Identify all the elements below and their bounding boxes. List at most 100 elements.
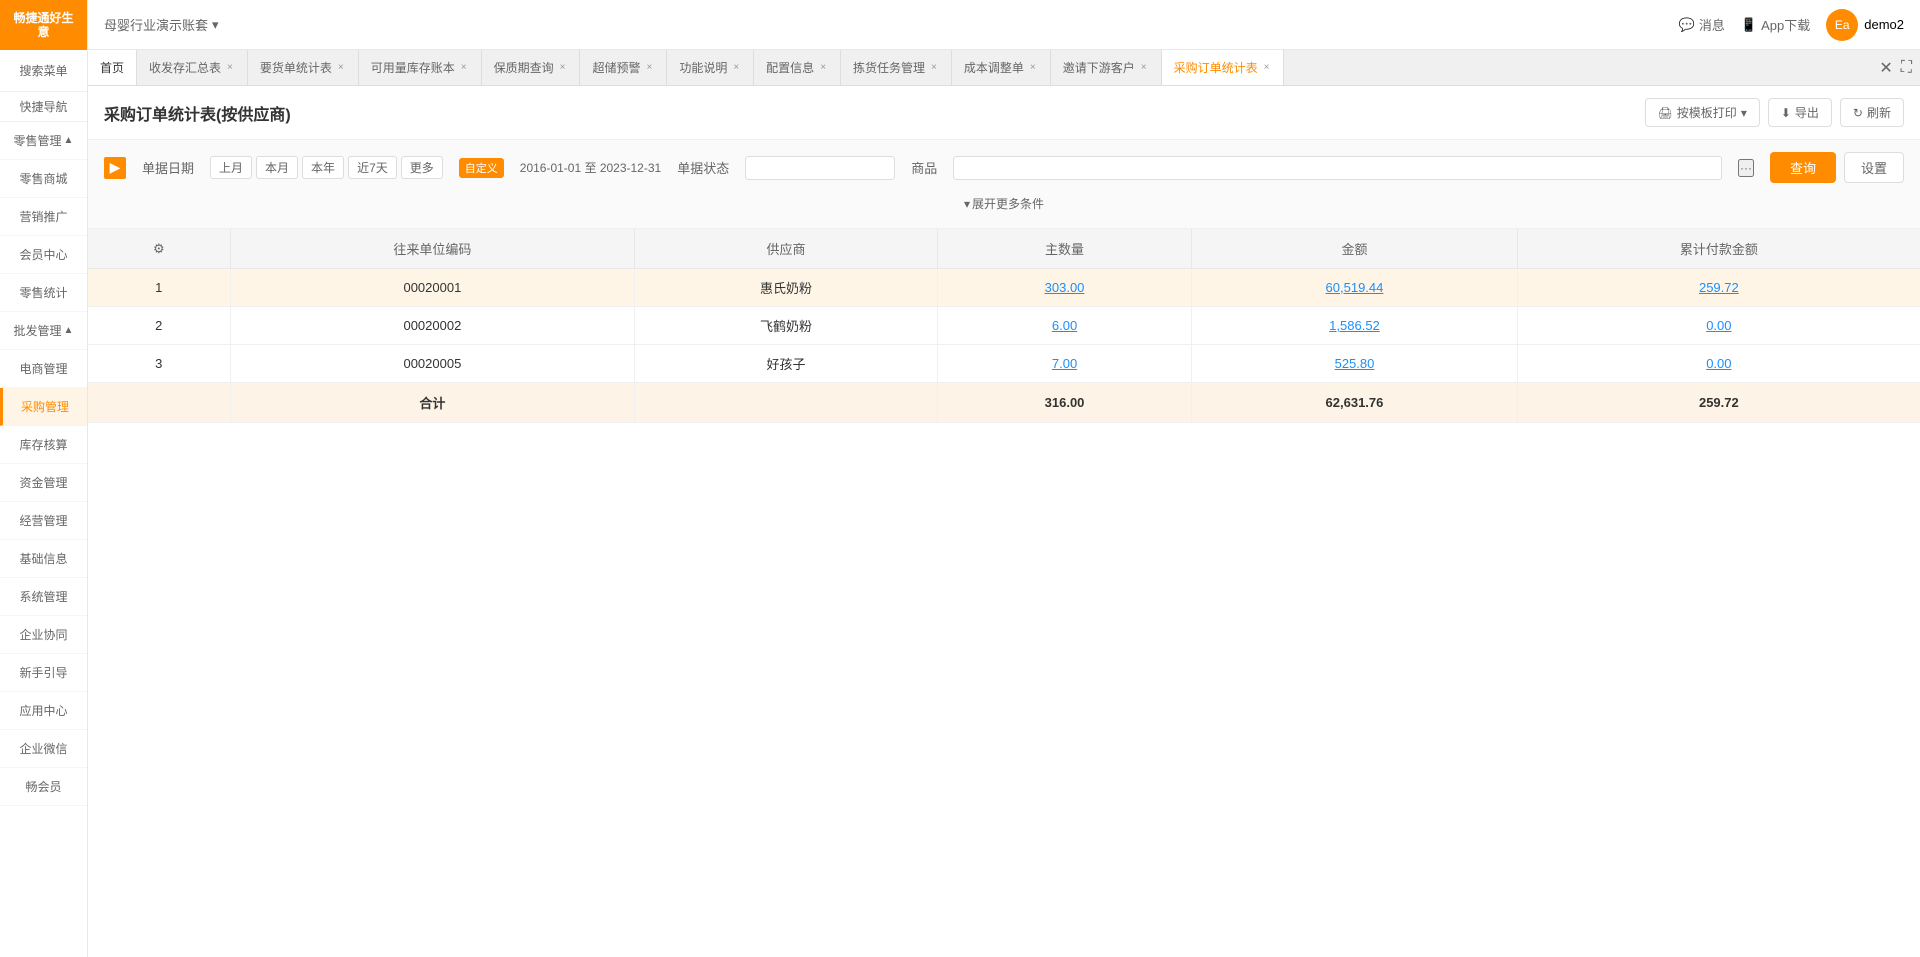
tab-close-icon[interactable]: ×	[1139, 60, 1149, 75]
tab-actions: ✕ ⛶	[1871, 58, 1920, 78]
tab-close-icon[interactable]: ×	[225, 60, 235, 75]
filter-toggle-button[interactable]: ▶	[104, 157, 126, 179]
row-code: 00020002	[230, 307, 635, 345]
sidebar-item-0[interactable]: 零售管理▲	[0, 122, 87, 160]
print-icon: 🖨	[1658, 106, 1673, 120]
sidebar-item-16[interactable]: 企业微信	[0, 730, 87, 768]
page-header: 采购订单统计表(按供应商) 🖨 按模板打印 ▾ ⬇ 导出 ↻ 刷新	[88, 86, 1920, 140]
tab-label: 收发存汇总表	[149, 59, 221, 76]
search-menu-button[interactable]: 搜索菜单	[6, 58, 81, 83]
row-supplier: 飞鹤奶粉	[635, 307, 938, 345]
status-select[interactable]	[745, 156, 895, 180]
sidebar-item-2[interactable]: 营销推广	[0, 198, 87, 236]
sidebar-item-13[interactable]: 企业协同	[0, 616, 87, 654]
sidebar-item-4[interactable]: 零售统计	[0, 274, 87, 312]
topbar-right: 💬 消息 📱 App下载 Ea demo2	[1679, 9, 1904, 41]
table-row[interactable]: 1 00020001 惠氏奶粉 303.00 60,519.44 259.72	[88, 269, 1920, 307]
tab-close-icon[interactable]: ×	[929, 60, 939, 75]
table-row[interactable]: 2 00020002 飞鹤奶粉 6.00 1,586.52 0.00	[88, 307, 1920, 345]
sidebar-item-14[interactable]: 新手引导	[0, 654, 87, 692]
th-settings[interactable]: ⚙	[88, 229, 230, 269]
app-download-button[interactable]: 📱 App下载	[1741, 15, 1810, 34]
tab-1[interactable]: 收发存汇总表 ×	[137, 50, 248, 86]
tab-6[interactable]: 功能说明 ×	[667, 50, 754, 86]
more-options-button[interactable]: ···	[1738, 159, 1754, 177]
tab-9[interactable]: 成本调整单×	[952, 50, 1051, 86]
tab-label: 拣货任务管理	[853, 59, 925, 76]
refresh-button[interactable]: ↻ 刷新	[1840, 98, 1904, 127]
expand-more-conditions-button[interactable]: ▾ 展开更多条件	[964, 195, 1044, 212]
tab-close-icon[interactable]: ×	[1028, 60, 1038, 75]
goods-search-input[interactable]	[953, 156, 1722, 180]
print-dropdown-icon: ▾	[1741, 106, 1747, 120]
status-select-wrapper	[745, 156, 895, 180]
tab-close-icon[interactable]: ×	[818, 60, 828, 75]
tab-5[interactable]: 超储预警×	[580, 50, 667, 86]
download-icon: 📱	[1741, 17, 1757, 33]
workspace-dropdown-icon: ▾	[212, 17, 219, 33]
tab-close-icon[interactable]: ×	[336, 60, 346, 75]
tab-4[interactable]: 保质期查询 ×	[482, 50, 581, 86]
tab-10[interactable]: 邀请下游客户×	[1051, 50, 1162, 86]
tab-3[interactable]: 可用量库存账本×	[359, 50, 482, 86]
date-btn-more[interactable]: 更多	[401, 156, 443, 179]
goods-filter-label: 商品	[911, 158, 937, 177]
row-quantity: 303.00	[937, 269, 1191, 307]
tab-0[interactable]: 首页	[88, 50, 137, 86]
date-btn-7days[interactable]: 近7天	[348, 156, 397, 179]
tab-close-icon[interactable]: ×	[1262, 60, 1272, 75]
print-button[interactable]: 🖨 按模板打印 ▾	[1645, 98, 1760, 127]
export-icon: ⬇	[1781, 106, 1791, 120]
sidebar-item-12[interactable]: 系统管理	[0, 578, 87, 616]
sidebar-item-3[interactable]: 会员中心	[0, 236, 87, 274]
date-btn-last-month[interactable]: 上月	[210, 156, 252, 179]
purchase-order-table: ⚙ 往来单位编码 供应商 主数量 金额 累计付款金额 1 00020001 惠氏…	[88, 229, 1920, 423]
export-button[interactable]: ⬇ 导出	[1768, 98, 1832, 127]
th-quantity: 主数量	[937, 229, 1191, 269]
row-code: 00020005	[230, 345, 635, 383]
date-btn-this-year[interactable]: 本年	[302, 156, 344, 179]
query-button[interactable]: 查询	[1770, 152, 1836, 183]
tab-close-icon[interactable]: ×	[558, 60, 568, 75]
user-menu[interactable]: Ea demo2	[1826, 9, 1904, 41]
date-btn-this-month[interactable]: 本月	[256, 156, 298, 179]
sidebar-item-15[interactable]: 应用中心	[0, 692, 87, 730]
sidebar-item-1[interactable]: 零售商城	[0, 160, 87, 198]
tab-7[interactable]: 配置信息×	[754, 50, 841, 86]
quick-nav-button[interactable]: 快捷导航	[8, 98, 79, 115]
maximize-tab-button[interactable]: ⛶	[1901, 59, 1912, 77]
footer-empty-1	[88, 383, 230, 423]
tab-bar: 首页收发存汇总表×要货单统计表×可用量库存账本×保质期查询×超储预警×功能说明×…	[88, 50, 1920, 86]
page-content: 采购订单统计表(按供应商) 🖨 按模板打印 ▾ ⬇ 导出 ↻ 刷新	[88, 86, 1920, 957]
quick-nav-section: 快捷导航	[0, 92, 87, 122]
sidebar-item-10[interactable]: 经营管理	[0, 502, 87, 540]
sidebar-item-7[interactable]: 采购管理	[0, 388, 87, 426]
tabs-container: 首页收发存汇总表×要货单统计表×可用量库存账本×保质期查询×超储预警×功能说明×…	[88, 50, 1871, 86]
tab-close-icon[interactable]: ×	[644, 60, 654, 75]
sidebar-item-11[interactable]: 基础信息	[0, 540, 87, 578]
refresh-icon: ↻	[1853, 106, 1863, 120]
table-footer: 合计 316.00 62,631.76 259.72	[88, 383, 1920, 423]
tab-close-icon[interactable]: ×	[731, 60, 741, 75]
tab-label: 功能说明	[679, 59, 727, 76]
footer-paid: 259.72	[1517, 383, 1920, 423]
sidebar-item-17[interactable]: 畅会员	[0, 768, 87, 806]
sidebar-item-5[interactable]: 批发管理▲	[0, 312, 87, 350]
sidebar-search-section: 搜索菜单	[0, 50, 87, 92]
tab-8[interactable]: 拣货任务管理 ×	[841, 50, 952, 86]
close-tab-button[interactable]: ✕	[1879, 58, 1892, 78]
message-button[interactable]: 💬 消息	[1679, 15, 1725, 34]
tab-close-icon[interactable]: ×	[459, 60, 469, 75]
workspace-selector[interactable]: 母婴行业演示账套 ▾	[104, 15, 219, 34]
footer-empty-2	[635, 383, 938, 423]
settings-button[interactable]: 设置	[1844, 152, 1904, 183]
sidebar-item-6[interactable]: 电商管理	[0, 350, 87, 388]
table-row[interactable]: 3 00020005 好孩子 7.00 525.80 0.00	[88, 345, 1920, 383]
sidebar-item-9[interactable]: 资金管理	[0, 464, 87, 502]
expand-icon: ▾	[964, 197, 970, 211]
tab-11[interactable]: 采购订单统计表×	[1162, 50, 1285, 86]
tab-2[interactable]: 要货单统计表×	[248, 50, 359, 86]
export-label: 导出	[1795, 104, 1819, 121]
tab-label: 保质期查询	[494, 59, 554, 76]
sidebar-item-8[interactable]: 库存核算	[0, 426, 87, 464]
